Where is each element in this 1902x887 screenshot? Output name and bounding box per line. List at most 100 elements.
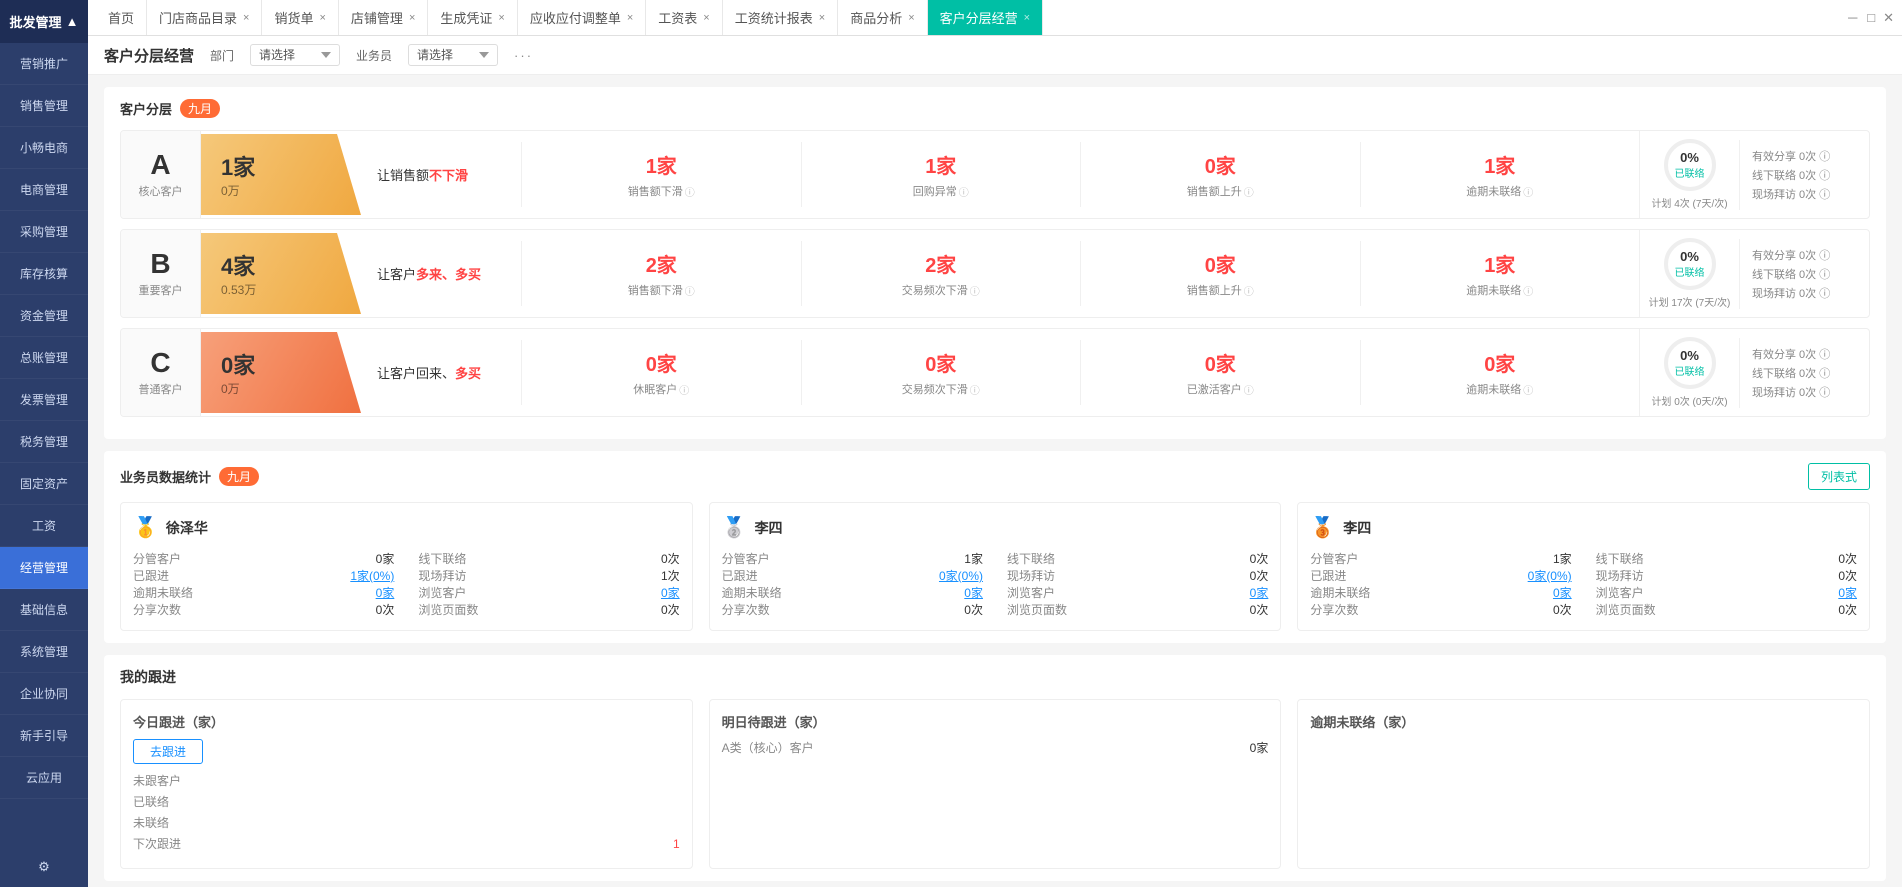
circle-ring: 0% 已联络 bbox=[1664, 337, 1716, 389]
tier-right-info: 有效分享 0次 ⓘ线下联络 0次 ⓘ现场拜访 0次 ⓘ bbox=[1739, 338, 1869, 408]
tab-应收应付调整单[interactable]: 应收应付调整单× bbox=[518, 0, 646, 35]
tab-close-icon[interactable]: × bbox=[319, 12, 325, 24]
circle-label: 已联络 bbox=[1675, 363, 1705, 378]
tab-close-icon[interactable]: × bbox=[819, 12, 825, 24]
dept-select[interactable]: 请选择 bbox=[250, 44, 340, 66]
window-maximize-icon[interactable]: □ bbox=[1867, 10, 1875, 25]
sidebar-item-经营管理[interactable]: 经营管理 bbox=[0, 547, 88, 589]
staff-stat-val[interactable]: 0家(0%) bbox=[939, 567, 983, 584]
tab-label: 门店商品目录 bbox=[159, 8, 237, 27]
right-info-item: 现场拜访 0次 ⓘ bbox=[1752, 384, 1857, 400]
circle-pct: 0% bbox=[1680, 249, 1699, 264]
sidebar-item-资金管理[interactable]: 资金管理 bbox=[0, 295, 88, 337]
list-view-button[interactable]: 列表式 bbox=[1808, 463, 1870, 490]
sidebar-item-基础信息[interactable]: 基础信息 bbox=[0, 589, 88, 631]
tier-slogan: 让客户多来、多买 bbox=[361, 264, 521, 283]
circle-sub: 计划 4次 (7天/次) bbox=[1651, 195, 1727, 210]
staff-card-2: 🥉 李四 分管客户 1家 已跟进 0家(0%) 逾期未联络 0家 分享次数 0次… bbox=[1297, 502, 1870, 631]
tab-生成凭证[interactable]: 生成凭证× bbox=[428, 0, 517, 35]
staff-stat-val[interactable]: 0家 bbox=[964, 584, 983, 601]
sidebar-settings[interactable]: ⚙ bbox=[0, 847, 88, 887]
info-icon: ⓘ bbox=[1523, 382, 1533, 397]
window-minimize-icon[interactable]: － bbox=[1846, 8, 1859, 27]
window-close-icon[interactable]: ✕ bbox=[1883, 10, 1894, 26]
tab-店铺管理[interactable]: 店铺管理× bbox=[339, 0, 428, 35]
tier-label-B: B 重要客户 bbox=[121, 230, 201, 317]
tab-首页[interactable]: 首页 bbox=[96, 0, 147, 35]
staff-stat-row: 已跟进 0家(0%) bbox=[1310, 567, 1571, 584]
staff-stat-val: 0家 bbox=[376, 550, 395, 567]
staff-stat-label: 线下联络 bbox=[1596, 550, 1644, 567]
tab-商品分析[interactable]: 商品分析× bbox=[838, 0, 927, 35]
staff-stat-row: 分管客户 1家 bbox=[722, 550, 983, 567]
customer-month-badge: 九月 bbox=[180, 99, 220, 118]
staff-stat-val[interactable]: 0家(0%) bbox=[1528, 567, 1572, 584]
tab-工资表[interactable]: 工资表× bbox=[646, 0, 722, 35]
sidebar-item-总账管理[interactable]: 总账管理 bbox=[0, 337, 88, 379]
sidebar-item-新手引导[interactable]: 新手引导 bbox=[0, 715, 88, 757]
sidebar-item-电商管理[interactable]: 电商管理 bbox=[0, 169, 88, 211]
tier-stat-num: 0家 bbox=[1484, 348, 1515, 377]
staff-stat-val[interactable]: 1家(0%) bbox=[350, 567, 394, 584]
tier-slogan-highlight: 多买 bbox=[455, 366, 481, 381]
staff-select[interactable]: 请选择 bbox=[408, 44, 498, 66]
tab-close-icon[interactable]: × bbox=[498, 12, 504, 24]
tab-close-icon[interactable]: × bbox=[627, 12, 633, 24]
staff-stat-val[interactable]: 0家 bbox=[1838, 584, 1857, 601]
tier-count-sub: 0万 bbox=[221, 380, 341, 397]
tier-count-num: 1家 bbox=[221, 150, 341, 182]
tab-close-icon[interactable]: × bbox=[703, 12, 709, 24]
tab-门店商品目录[interactable]: 门店商品目录 × bbox=[147, 0, 262, 35]
more-options-icon[interactable]: ··· bbox=[514, 48, 533, 63]
tier-stat-label: 逾期未联络 ⓘ bbox=[1466, 183, 1533, 199]
follow-section-title: 我的跟进 bbox=[120, 667, 1870, 687]
staff-stat-val[interactable]: 0家 bbox=[661, 584, 680, 601]
staff-stat-label: 逾期未联络 bbox=[133, 584, 193, 601]
staff-stat-row: 现场拜访 1次 bbox=[418, 567, 679, 584]
staff-section: 业务员数据统计 九月 列表式 🥇 徐泽华 分管客户 0家 已跟进 1家(0%) … bbox=[104, 451, 1886, 643]
tab-close-icon[interactable]: × bbox=[908, 12, 914, 24]
staff-month-badge: 九月 bbox=[219, 467, 259, 486]
sidebar-item-企业协同[interactable]: 企业协同 bbox=[0, 673, 88, 715]
staff-stat-row: 线下联络 0次 bbox=[1007, 550, 1268, 567]
tab-工资统计报表[interactable]: 工资统计报表× bbox=[723, 0, 838, 35]
sidebar-item-营销推广[interactable]: 营销推广 bbox=[0, 43, 88, 85]
sidebar-item-税务管理[interactable]: 税务管理 bbox=[0, 421, 88, 463]
staff-stat-label: 浏览客户 bbox=[1007, 584, 1055, 601]
customer-section: 客户分层 九月 A 核心客户 1家 0万 让销售额不下滑 1家 销售额下滑 ⓘ … bbox=[104, 87, 1886, 439]
follow-btn[interactable]: 去跟进 bbox=[133, 739, 203, 764]
follow-card-2: 逾期未联络（家） bbox=[1297, 699, 1870, 869]
page-title: 客户分层经营 bbox=[104, 45, 194, 66]
follow-row-val: 1 bbox=[673, 837, 680, 851]
tab-close-icon[interactable]: × bbox=[1024, 12, 1030, 24]
tier-stat: 2家 交易频次下滑 ⓘ bbox=[801, 241, 1081, 306]
staff-stat-val[interactable]: 0家 bbox=[1250, 584, 1269, 601]
tier-stat-num: 2家 bbox=[646, 249, 677, 278]
tier-stat-label: 销售额上升 ⓘ bbox=[1187, 282, 1254, 298]
sidebar-item-采购管理[interactable]: 采购管理 bbox=[0, 211, 88, 253]
sidebar-item-工资[interactable]: 工资 bbox=[0, 505, 88, 547]
sidebar-item-库存核算[interactable]: 库存核算 bbox=[0, 253, 88, 295]
staff-stat-label: 浏览页面数 bbox=[1596, 601, 1656, 618]
staff-stat-val[interactable]: 0家 bbox=[1553, 584, 1572, 601]
tab-客户分层经营[interactable]: 客户分层经营× bbox=[928, 0, 1043, 35]
tab-close-icon[interactable]: × bbox=[409, 12, 415, 24]
sidebar-item-发票管理[interactable]: 发票管理 bbox=[0, 379, 88, 421]
staff-stat-val: 0次 bbox=[661, 550, 680, 567]
sidebar-item-系统管理[interactable]: 系统管理 bbox=[0, 631, 88, 673]
tier-stat-label: 销售额下滑 ⓘ bbox=[628, 282, 695, 298]
sidebar-item-固定资产[interactable]: 固定资产 bbox=[0, 463, 88, 505]
sidebar-item-小畅电商[interactable]: 小畅电商 bbox=[0, 127, 88, 169]
tab-销货单[interactable]: 销货单× bbox=[262, 0, 338, 35]
sidebar-item-云应用[interactable]: 云应用 bbox=[0, 757, 88, 799]
tier-stat: 1家 逾期未联络 ⓘ bbox=[1360, 241, 1640, 306]
staff-stat-val: 1次 bbox=[661, 567, 680, 584]
staff-stat-val[interactable]: 0家 bbox=[376, 584, 395, 601]
follow-row: 下次跟进 1 bbox=[133, 835, 680, 852]
sidebar-header[interactable]: 批发管理 ▲ bbox=[0, 0, 88, 43]
staff-stat-row: 逾期未联络 0家 bbox=[1310, 584, 1571, 601]
tab-close-icon[interactable]: × bbox=[243, 12, 249, 24]
follow-row: 未跟客户 bbox=[133, 772, 680, 789]
sidebar-item-销售管理[interactable]: 销售管理 bbox=[0, 85, 88, 127]
staff-stat-label: 分享次数 bbox=[1310, 601, 1358, 618]
